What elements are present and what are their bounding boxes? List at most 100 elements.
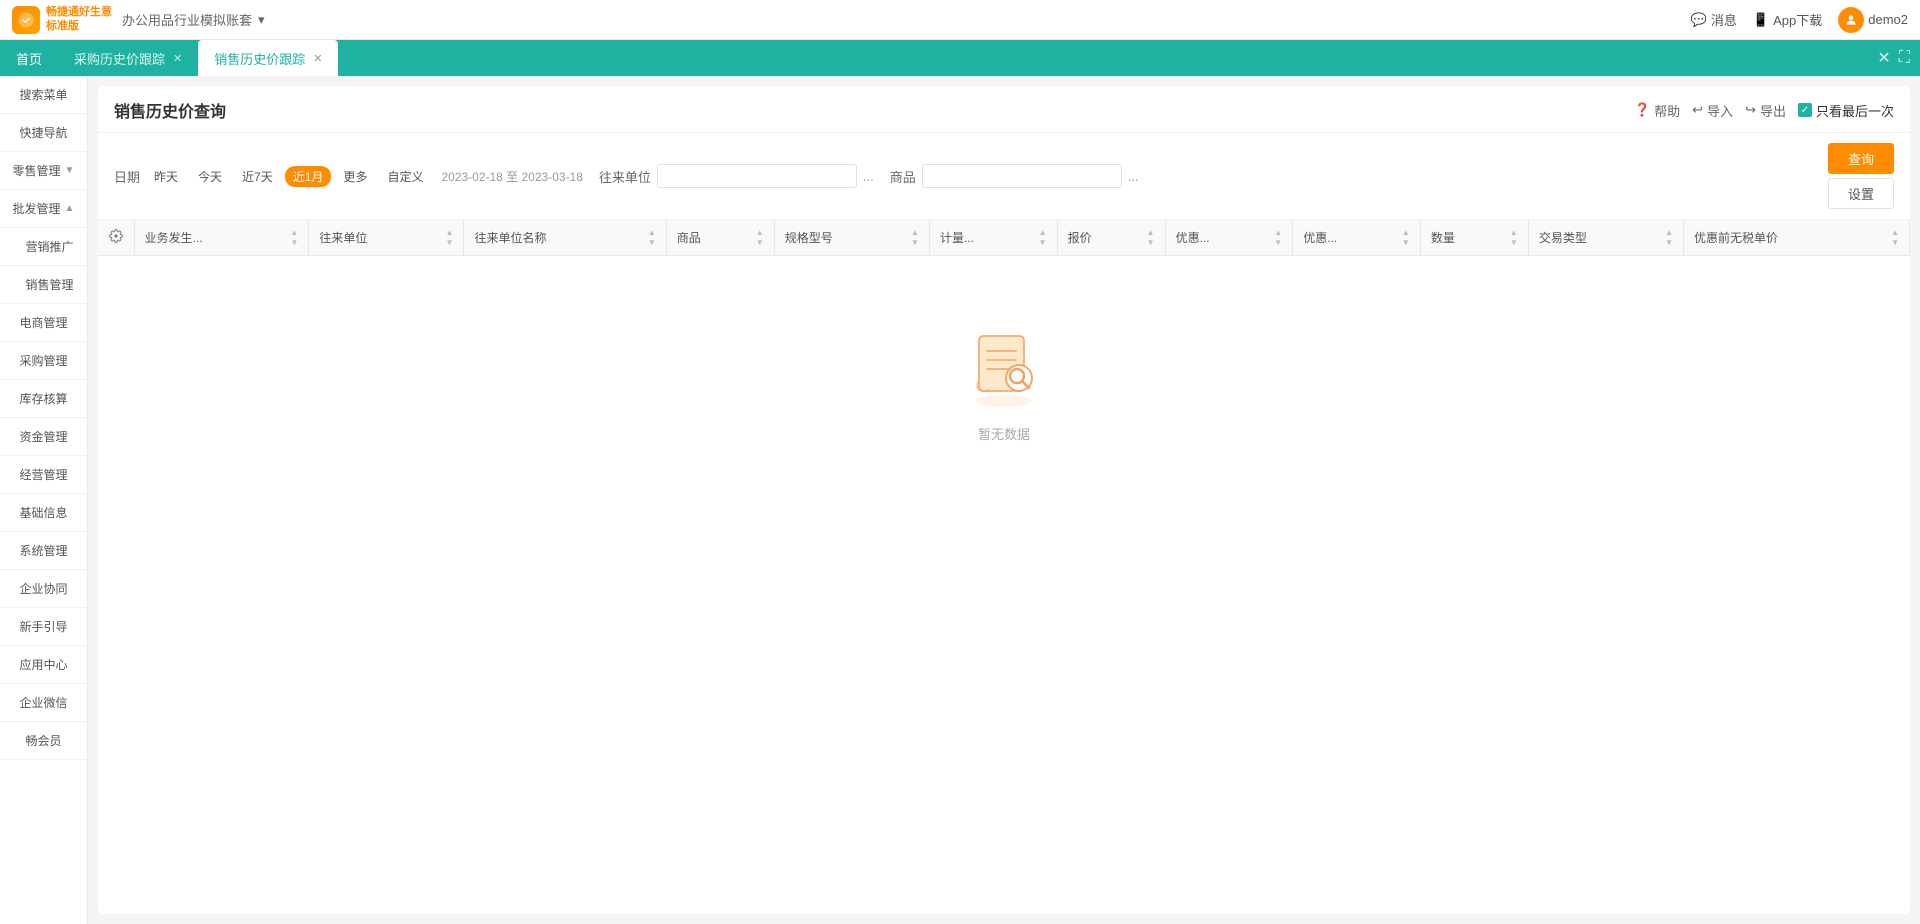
empty-illustration <box>954 316 1054 416</box>
sort-spec: ▲▼ <box>911 228 919 247</box>
table-container: 业务发生... ▲▼ 往来单位 ▲▼ <box>98 220 1910 914</box>
sidebar-purchase-label: 采购管理 <box>19 352 67 369</box>
help-btn[interactable]: ❓ 帮助 <box>1634 101 1680 120</box>
sidebar-item-retail[interactable]: 零售管理 ▼ <box>0 152 87 190</box>
tab-purchase-history[interactable]: 采购历史价跟踪 ✕ <box>58 40 198 76</box>
logo-text: 畅捷通好生意 标准版 <box>46 6 112 32</box>
import-btn[interactable]: ↩ 导入 <box>1692 101 1733 120</box>
page-container: 销售历史价查询 ❓ 帮助 ↩ 导入 ↪ 导出 ✓ <box>98 86 1910 914</box>
settings-button[interactable]: 设置 <box>1828 178 1894 209</box>
user-action[interactable]: demo2 <box>1838 7 1908 33</box>
sort-product: ▲▼ <box>756 228 764 247</box>
sidebar-member-label: 畅会员 <box>25 732 61 749</box>
export-icon: ↪ <box>1745 102 1756 118</box>
th-trade-type[interactable]: 交易类型 ▲▼ <box>1528 220 1683 256</box>
date-label: 日期 <box>114 167 140 186</box>
date-filter-group: 日期 昨天 今天 近7天 近1月 更多 自定义 2023-02-18 至 202… <box>114 166 583 187</box>
system-title[interactable]: 办公用品行业模拟账套 ▾ <box>122 10 265 29</box>
sidebar-item-weixin[interactable]: 企业微信 <box>0 684 87 722</box>
sidebar-item-member[interactable]: 畅会员 <box>0 722 87 760</box>
th-counterpart-code[interactable]: 往来单位 ▲▼ <box>309 220 464 256</box>
th-unit[interactable]: 计量... ▲▼ <box>929 220 1057 256</box>
only-last-checkbox[interactable]: ✓ 只看最后一次 <box>1798 101 1894 120</box>
message-action[interactable]: 💬 消息 <box>1691 10 1737 29</box>
app-download-action[interactable]: 📱 App下载 <box>1753 10 1822 29</box>
th-product[interactable]: 商品 ▲▼ <box>666 220 774 256</box>
date-options: 昨天 今天 近7天 近1月 更多 自定义 <box>146 166 431 187</box>
sort-quantity: ▲▼ <box>1510 228 1518 247</box>
counterpart-dots[interactable]: ... <box>863 169 874 184</box>
sort-quote: ▲▼ <box>1147 228 1155 247</box>
date-today[interactable]: 今天 <box>190 166 230 187</box>
date-more[interactable]: 更多 <box>335 166 375 187</box>
sidebar-item-sales-mgmt[interactable]: 销售管理 <box>0 266 87 304</box>
date-custom[interactable]: 自定义 <box>379 166 431 187</box>
export-btn[interactable]: ↪ 导出 <box>1745 101 1786 120</box>
logo-icon <box>12 6 40 34</box>
phone-icon: 📱 <box>1753 12 1769 28</box>
sidebar-item-search[interactable]: 搜索菜单 <box>0 76 87 114</box>
sidebar-system-label: 系统管理 <box>19 542 67 559</box>
sidebar-item-quicknav[interactable]: 快捷导航 <box>0 114 87 152</box>
sidebar-item-operations[interactable]: 经营管理 <box>0 456 87 494</box>
close-window-icon[interactable]: ✕ <box>1877 48 1890 68</box>
page-title: 销售历史价查询 <box>114 98 226 122</box>
th-quote[interactable]: 报价 ▲▼ <box>1057 220 1165 256</box>
th-counterpart-name[interactable]: 往来单位名称 ▲▼ <box>464 220 666 256</box>
sidebar-sales-mgmt-label: 销售管理 <box>25 276 73 293</box>
sidebar-item-appstore[interactable]: 应用中心 <box>0 646 87 684</box>
sidebar-item-wholesale[interactable]: 批发管理 ▲ <box>0 190 87 228</box>
tab-purchase-close[interactable]: ✕ <box>173 52 182 65</box>
query-button[interactable]: 查询 <box>1828 143 1894 174</box>
sidebar-item-inventory[interactable]: 库存核算 <box>0 380 87 418</box>
sidebar-finance-label: 资金管理 <box>19 428 67 445</box>
sidebar-item-enterprise[interactable]: 企业协同 <box>0 570 87 608</box>
tab-bar-actions: ✕ ⛶ <box>1877 48 1920 68</box>
table-header-row: 业务发生... ▲▼ 往来单位 ▲▼ <box>98 220 1910 256</box>
sidebar-search-label: 搜索菜单 <box>19 86 67 103</box>
sidebar-item-newuser[interactable]: 新手引导 <box>0 608 87 646</box>
header-right: 💬 消息 📱 App下载 demo2 <box>1691 7 1908 33</box>
date-yesterday[interactable]: 昨天 <box>146 166 186 187</box>
th-discount1[interactable]: 优惠... ▲▼ <box>1165 220 1293 256</box>
counterpart-filter-group: 往来单位 ... <box>599 164 874 188</box>
sidebar-item-system[interactable]: 系统管理 <box>0 532 87 570</box>
date-last1m[interactable]: 近1月 <box>285 166 332 187</box>
product-dots[interactable]: ... <box>1128 169 1139 184</box>
top-header: 畅捷通好生意 标准版 办公用品行业模拟账套 ▾ 💬 消息 📱 App下载 dem… <box>0 0 1920 40</box>
sidebar: 搜索菜单 快捷导航 零售管理 ▼ 批发管理 ▲ 营销推广 销售管理 电商管理 采… <box>0 76 88 924</box>
sort-counterpart-code: ▲▼ <box>446 228 454 247</box>
data-table: 业务发生... ▲▼ 往来单位 ▲▼ <box>98 220 1910 256</box>
tab-home[interactable]: 首页 <box>0 40 58 76</box>
sidebar-quicknav-label: 快捷导航 <box>19 124 67 141</box>
sidebar-operations-label: 经营管理 <box>19 466 67 483</box>
th-biz-date[interactable]: 业务发生... ▲▼ <box>134 220 309 256</box>
th-quantity[interactable]: 数量 ▲▼ <box>1420 220 1528 256</box>
sort-pretax-price: ▲▼ <box>1891 228 1899 247</box>
sidebar-item-basics[interactable]: 基础信息 <box>0 494 87 532</box>
dropdown-icon: ▾ <box>258 12 265 28</box>
sidebar-ecommerce-label: 电商管理 <box>19 314 67 331</box>
th-spec[interactable]: 规格型号 ▲▼ <box>774 220 929 256</box>
tab-bar: 首页 采购历史价跟踪 ✕ 销售历史价跟踪 ✕ ✕ ⛶ <box>0 40 1920 76</box>
empty-text: 暂无数据 <box>978 424 1030 443</box>
sidebar-item-ecommerce[interactable]: 电商管理 <box>0 304 87 342</box>
date-last7[interactable]: 近7天 <box>234 166 281 187</box>
sidebar-newuser-label: 新手引导 <box>19 618 67 635</box>
th-discount2[interactable]: 优惠... ▲▼ <box>1293 220 1421 256</box>
sidebar-inventory-label: 库存核算 <box>19 390 67 407</box>
maximize-icon[interactable]: ⛶ <box>1899 49 1910 67</box>
sidebar-item-finance[interactable]: 资金管理 <box>0 418 87 456</box>
tab-sales-close[interactable]: ✕ <box>313 52 322 65</box>
counterpart-input[interactable] <box>657 164 857 188</box>
product-filter-group: 商品 ... <box>890 164 1139 188</box>
product-input[interactable] <box>922 164 1122 188</box>
sidebar-weixin-label: 企业微信 <box>19 694 67 711</box>
th-pretax-price[interactable]: 优惠前无税单价 ▲▼ <box>1683 220 1909 256</box>
sort-biz-date: ▲▼ <box>290 228 298 247</box>
tab-sales-history[interactable]: 销售历史价跟踪 ✕ <box>198 40 338 76</box>
help-icon: ❓ <box>1634 102 1650 118</box>
th-gear[interactable] <box>98 220 134 256</box>
sidebar-item-marketing[interactable]: 营销推广 <box>0 228 87 266</box>
sidebar-item-purchase[interactable]: 采购管理 <box>0 342 87 380</box>
